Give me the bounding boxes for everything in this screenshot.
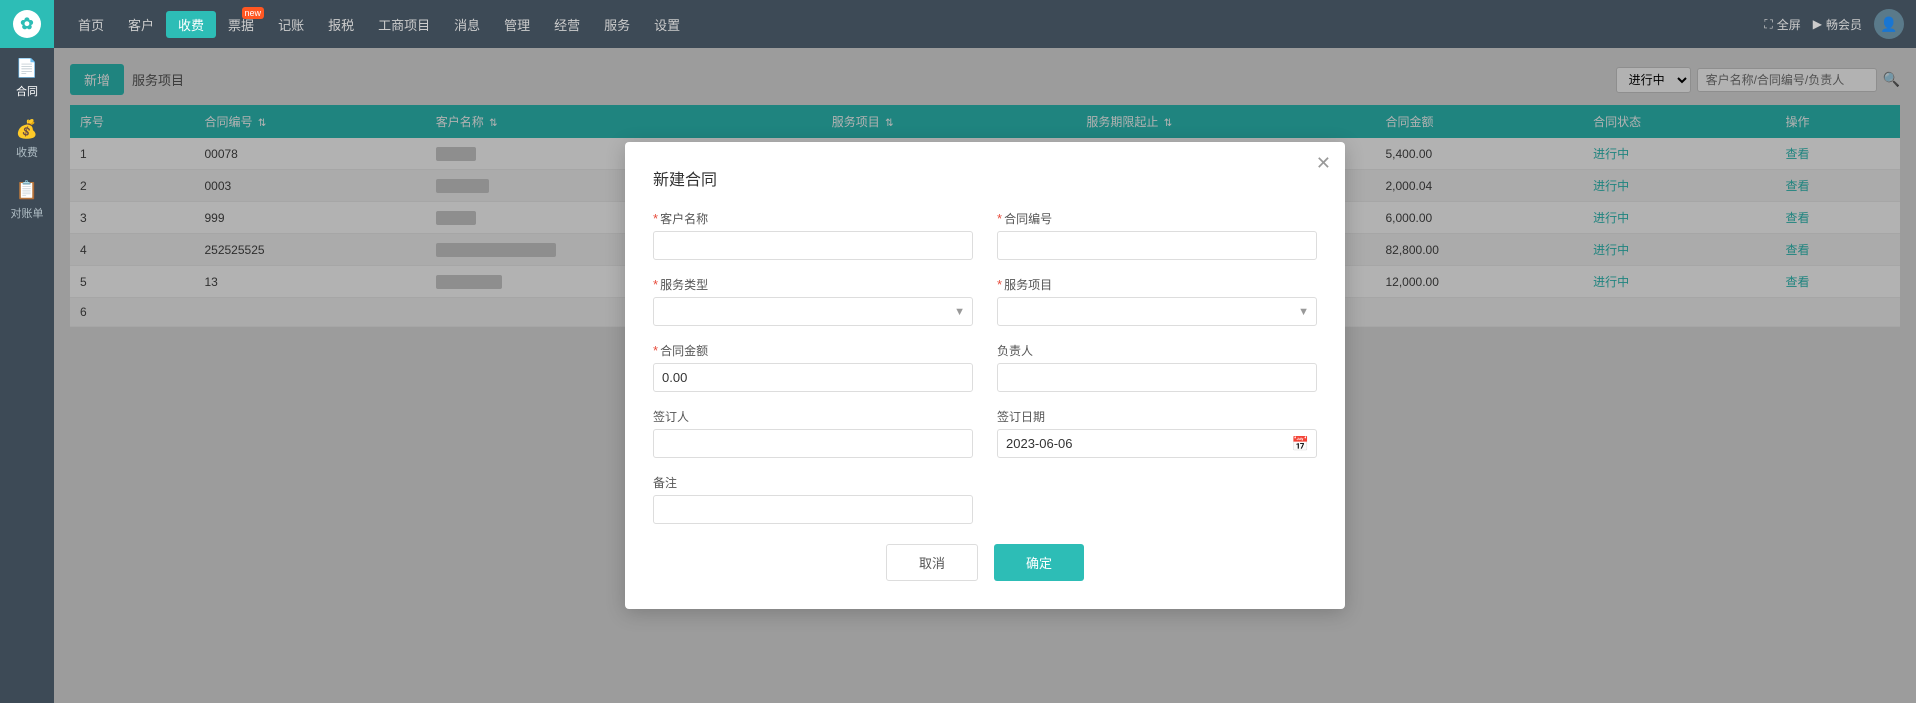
form-group-amount: * 合同金额 [653,342,973,392]
topnav: 首页 客户 收费 票据 new 记账 报税 工商项目 消息 管理 经营 服务 设… [54,0,1916,48]
modal-close-button[interactable]: ✕ [1316,154,1331,172]
sidebar-item-fee[interactable]: 💰 收费 [0,109,54,170]
signer-label: 签订人 [653,408,973,425]
nav-message[interactable]: 消息 [442,11,492,38]
form-group-service-type: * 服务类型 ▼ [653,276,973,326]
fee-icon: 💰 [16,119,38,140]
amount-input[interactable] [653,363,973,392]
statement-icon: 📋 [16,180,38,201]
responsible-label: 负责人 [997,342,1317,359]
content-area: 新增 服务项目 进行中 已完成 已终止 🔍 序号 合同编号 ⇅ [54,48,1916,703]
vip-button[interactable]: ▶ 畅会员 [1813,16,1862,33]
required-star-2: * [997,211,1002,226]
form-row-2: * 服务类型 ▼ * 服务项目 [653,276,1317,326]
form-group-responsible: 负责人 [997,342,1317,392]
modal-title: 新建合同 [653,166,1317,190]
service-type-select[interactable] [653,297,973,326]
fullscreen-icon: ⛶ [1764,17,1772,32]
signer-input[interactable] [653,429,973,458]
avatar[interactable]: 👤 [1874,9,1904,39]
nav-operation[interactable]: 经营 [542,11,592,38]
service-item-label: * 服务项目 [997,276,1317,293]
service-type-label: * 服务类型 [653,276,973,293]
modal-overlay: ✕ 新建合同 * 客户名称 * 合同编号 [54,48,1916,703]
notes-label: 备注 [653,474,973,491]
sign-date-label: 签订日期 [997,408,1317,425]
form-row-4: 签订人 签订日期 📅 [653,408,1317,458]
required-star: * [653,211,658,226]
sidebar-item-label-statement: 对账单 [11,205,44,221]
nav-tax[interactable]: 报税 [316,11,366,38]
contract-icon: 📄 [16,58,38,79]
logo-button[interactable]: ✿ [0,0,54,48]
cancel-button[interactable]: 取消 [886,544,978,581]
topnav-right: ⛶ 全屏 ▶ 畅会员 👤 [1764,9,1904,39]
nav-home[interactable]: 首页 [66,11,116,38]
required-star-3: * [653,277,658,292]
contract-no-input[interactable] [997,231,1317,260]
sign-date-input[interactable] [997,429,1317,458]
form-row-5: 备注 [653,474,1317,524]
new-contract-modal: ✕ 新建合同 * 客户名称 * 合同编号 [625,142,1345,609]
nav-business[interactable]: 工商项目 [366,11,442,38]
nav-fee[interactable]: 收费 [166,11,216,38]
form-row-1: * 客户名称 * 合同编号 [653,210,1317,260]
nav-service[interactable]: 服务 [592,11,642,38]
customer-name-input[interactable] [653,231,973,260]
main-area: 首页 客户 收费 票据 new 记账 报税 工商项目 消息 管理 经营 服务 设… [54,0,1916,703]
required-star-5: * [653,343,658,358]
sidebar-item-statement[interactable]: 📋 对账单 [0,170,54,231]
form-group-empty [997,474,1317,524]
nav-settings[interactable]: 设置 [642,11,692,38]
amount-label: * 合同金额 [653,342,973,359]
form-group-signer: 签订人 [653,408,973,458]
responsible-input[interactable] [997,363,1317,392]
contract-no-label: * 合同编号 [997,210,1317,227]
service-item-wrap: ▼ [997,297,1317,326]
avatar-icon: 👤 [1880,16,1897,33]
new-badge: new [242,7,265,19]
fullscreen-button[interactable]: ⛶ 全屏 [1764,16,1800,33]
modal-footer: 取消 确定 [653,544,1317,581]
form-group-notes: 备注 [653,474,973,524]
nav-bookkeeping[interactable]: 记账 [266,11,316,38]
sidebar: ✿ 📄 合同 💰 收费 📋 对账单 [0,0,54,703]
nav-ticket[interactable]: 票据 new [216,11,266,38]
sidebar-item-label-fee: 收费 [16,144,38,160]
play-icon: ▶ [1813,17,1822,31]
confirm-button[interactable]: 确定 [994,544,1084,581]
logo-icon: ✿ [13,10,41,38]
notes-input[interactable] [653,495,973,524]
form-group-contract-no: * 合同编号 [997,210,1317,260]
nav-customer[interactable]: 客户 [116,11,166,38]
form-group-customer: * 客户名称 [653,210,973,260]
form-group-service-item: * 服务项目 ▼ [997,276,1317,326]
form-group-sign-date: 签订日期 📅 [997,408,1317,458]
sidebar-item-contract[interactable]: 📄 合同 [0,48,54,109]
service-type-wrap: ▼ [653,297,973,326]
nav-manage[interactable]: 管理 [492,11,542,38]
required-star-4: * [997,277,1002,292]
customer-name-label: * 客户名称 [653,210,973,227]
sidebar-item-label-contract: 合同 [16,83,38,99]
form-row-3: * 合同金额 负责人 [653,342,1317,392]
sign-date-wrap: 📅 [997,429,1317,458]
service-item-select[interactable] [997,297,1317,326]
